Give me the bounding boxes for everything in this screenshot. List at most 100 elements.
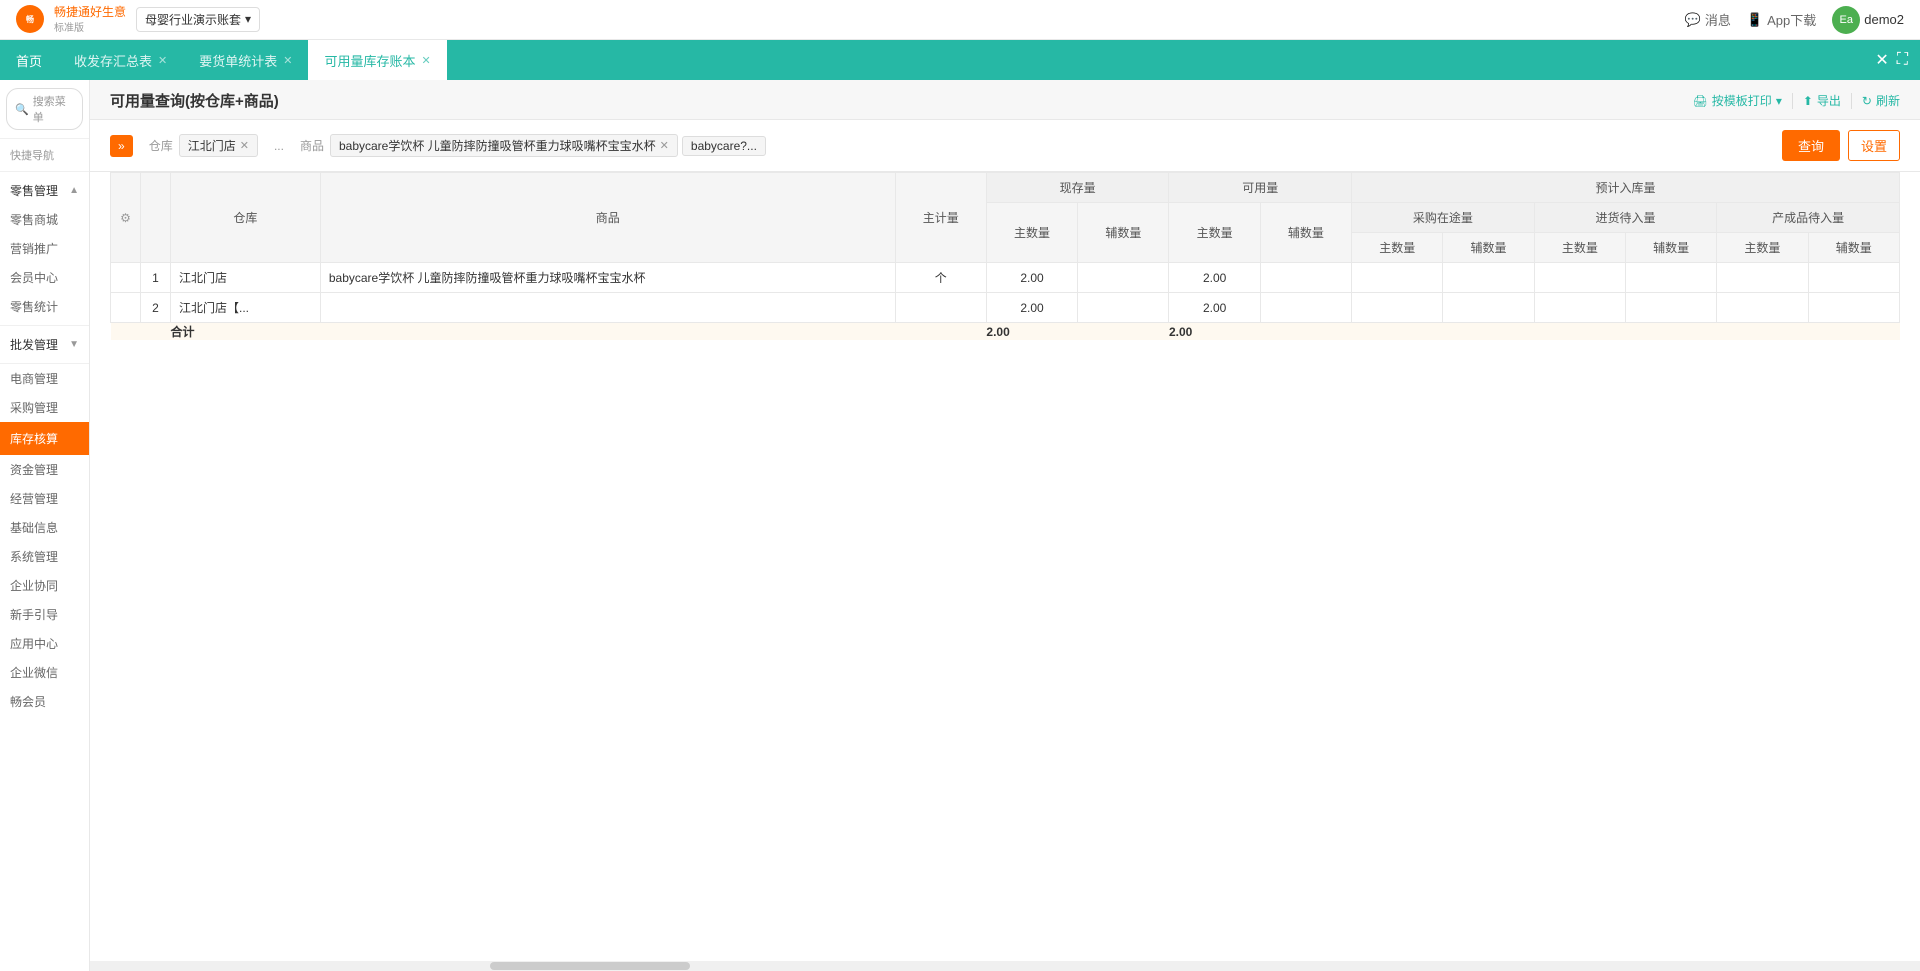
sidebar-search-area: 🔍 搜索菜单 [0,80,89,139]
row-incoming-aux [1625,263,1716,293]
warehouse-tag: 江北门店 ✕ [179,134,258,157]
total-label: 合计 [171,323,321,341]
sidebar-item-retail-mall[interactable]: 零售商城 [0,205,89,234]
message-icon: 💬 [1685,12,1701,28]
row-finished-aux [1808,263,1899,293]
row-purch-aux [1443,263,1534,293]
message-btn[interactable]: 💬 消息 [1685,10,1731,29]
col-main-unit: 主计量 [895,173,986,263]
sidebar-item-wholesale-mgmt[interactable]: 批发管理 ▼ [0,330,89,359]
sidebar-item-app-center[interactable]: 应用中心 [0,629,89,658]
filter-more-btn[interactable]: ... [274,139,284,153]
print-icon: 🖨 [1693,94,1708,108]
warehouse-filter: 仓库 江北门店 ✕ [149,134,258,157]
row-finished-main [1717,293,1808,323]
row-num: 2 [141,293,171,323]
total-product [320,323,895,341]
sidebar-item-wechat[interactable]: 企业微信 [0,658,89,687]
sidebar-item-retail-stats[interactable]: 零售统计 [0,292,89,321]
filter-toggle-btn[interactable]: » [110,135,133,157]
col-incoming-pending: 进货待入量 [1534,203,1717,233]
export-icon: ⬆ [1803,94,1813,108]
scrollbar-thumb[interactable] [490,962,690,970]
sidebar-item-basic-info[interactable]: 基础信息 [0,513,89,542]
row-current-main: 2.00 [986,263,1077,293]
refresh-btn[interactable]: ↻ 刷新 [1862,92,1900,109]
expand-icon[interactable]: ⛶ [1897,51,1908,69]
sidebar-item-ecommerce[interactable]: 电商管理 [0,364,89,393]
row-setting [111,293,141,323]
sidebar-item-member2[interactable]: 畅会员 [0,687,89,716]
top-bar: 畅 畅捷通好生意 标准版 母婴行业演示账套 ▾ 💬 消息 📱 App下载 Ea … [0,0,1920,40]
total-purch-main [1352,323,1443,341]
row-avail-aux [1260,293,1351,323]
sidebar-item-marketing[interactable]: 营销推广 [0,234,89,263]
sidebar-item-finance[interactable]: 资金管理 [0,455,89,484]
top-bar-left: 畅 畅捷通好生意 标准版 母婴行业演示账套 ▾ [16,5,260,34]
setting-btn[interactable]: 设置 [1848,130,1900,161]
content-area: 可用量查询(按仓库+商品) 🖨 按模板打印 ▾ ⬆ 导出 ↻ 刷新 [90,80,1920,971]
col-current-aux: 辅数量 [1078,203,1169,263]
page-header: 可用量查询(按仓库+商品) 🖨 按模板打印 ▾ ⬆ 导出 ↻ 刷新 [90,80,1920,120]
sidebar-item-purchase[interactable]: 采购管理 [0,393,89,422]
print-btn[interactable]: 🖨 按模板打印 ▾ [1693,92,1782,109]
row-incoming-main [1534,263,1625,293]
logo-icon: 畅 [16,5,44,33]
sidebar-item-enterprise[interactable]: 企业协同 [0,571,89,600]
chevron-down-icon: ▼ [69,339,79,350]
tab-orders-close[interactable]: ✕ [283,54,292,67]
main-layout: 🔍 搜索菜单 快捷导航 零售管理 ▲ 零售商城 营销推广 会员中心 零售统计 [0,80,1920,971]
table-setting-icon[interactable]: ⚙ [120,211,131,225]
chevron-down-icon: ▾ [245,12,251,26]
tab-receipts-close[interactable]: ✕ [158,54,167,67]
product-tag-1: babycare学饮杯 儿童防摔防撞吸管杯重力球吸嘴杯宝宝水杯 ✕ [330,134,678,157]
warehouse-tag-remove[interactable]: ✕ [240,139,249,152]
sidebar-item-system[interactable]: 系统管理 [0,542,89,571]
filter-actions: 查询 设置 [1782,130,1900,161]
row-avail-main: 2.00 [1169,263,1260,293]
product-tag-2: babycare?... [682,136,766,156]
sidebar-item-inventory[interactable]: 库存核算 [0,422,89,455]
avatar: Ea [1832,6,1860,34]
row-avail-main: 2.00 [1169,293,1260,323]
row-num: 1 [141,263,171,293]
total-purch-aux [1443,323,1534,341]
query-btn[interactable]: 查询 [1782,130,1840,161]
horizontal-scrollbar[interactable] [90,961,1920,971]
total-finished-main [1717,323,1808,341]
filter-bar: » 仓库 江北门店 ✕ ... 商品 babycare学饮杯 儿童防摔防撞吸管杯… [90,120,1920,172]
tab-home[interactable]: 首页 [0,40,58,80]
row-purch-main [1352,263,1443,293]
col-avail-aux: 辅数量 [1260,203,1351,263]
product-tag1-remove[interactable]: ✕ [660,139,669,152]
user-menu[interactable]: Ea demo2 [1832,6,1904,34]
export-btn[interactable]: ⬆ 导出 [1803,92,1841,109]
tab-available-close[interactable]: ✕ [422,54,431,67]
row-product: babycare学饮杯 儿童防摔防撞吸管杯重力球吸嘴杯宝宝水杯 [320,263,895,293]
tab-orders[interactable]: 要货单统计表 ✕ [183,40,308,80]
search-icon: 🔍 [15,103,29,116]
col-num [141,173,171,263]
close-all-icon[interactable]: ✕ [1875,50,1888,70]
chevron-up-icon: ▲ [69,185,79,196]
app-download-btn[interactable]: 📱 App下载 [1747,10,1816,29]
sidebar-item-operations[interactable]: 经营管理 [0,484,89,513]
sidebar-item-member[interactable]: 会员中心 [0,263,89,292]
row-finished-aux [1808,293,1899,323]
sidebar-item-guide[interactable]: 新手引导 [0,600,89,629]
print-chevron-icon: ▾ [1776,94,1782,108]
search-menu-btn[interactable]: 🔍 搜索菜单 [6,88,83,130]
page-title: 可用量查询(按仓库+商品) [110,90,279,111]
total-current-aux [1078,323,1169,341]
row-unit [895,293,986,323]
divider-1 [1792,93,1793,109]
table-wrapper: ⚙ 仓库 商品 主计量 现存量 可用量 预计入库量 主数量 辅数量 主数量 [90,172,1920,961]
account-dropdown[interactable]: 母婴行业演示账套 ▾ [136,7,260,32]
tab-receipts[interactable]: 收发存汇总表 ✕ [58,40,183,80]
inventory-table: ⚙ 仓库 商品 主计量 现存量 可用量 预计入库量 主数量 辅数量 主数量 [110,172,1900,340]
tab-available[interactable]: 可用量库存账本 ✕ [308,40,446,80]
row-finished-main [1717,263,1808,293]
sidebar-item-retail-mgmt[interactable]: 零售管理 ▲ [0,176,89,205]
tab-orders-label: 要货单统计表 [199,51,277,70]
col-current-main: 主数量 [986,203,1077,263]
